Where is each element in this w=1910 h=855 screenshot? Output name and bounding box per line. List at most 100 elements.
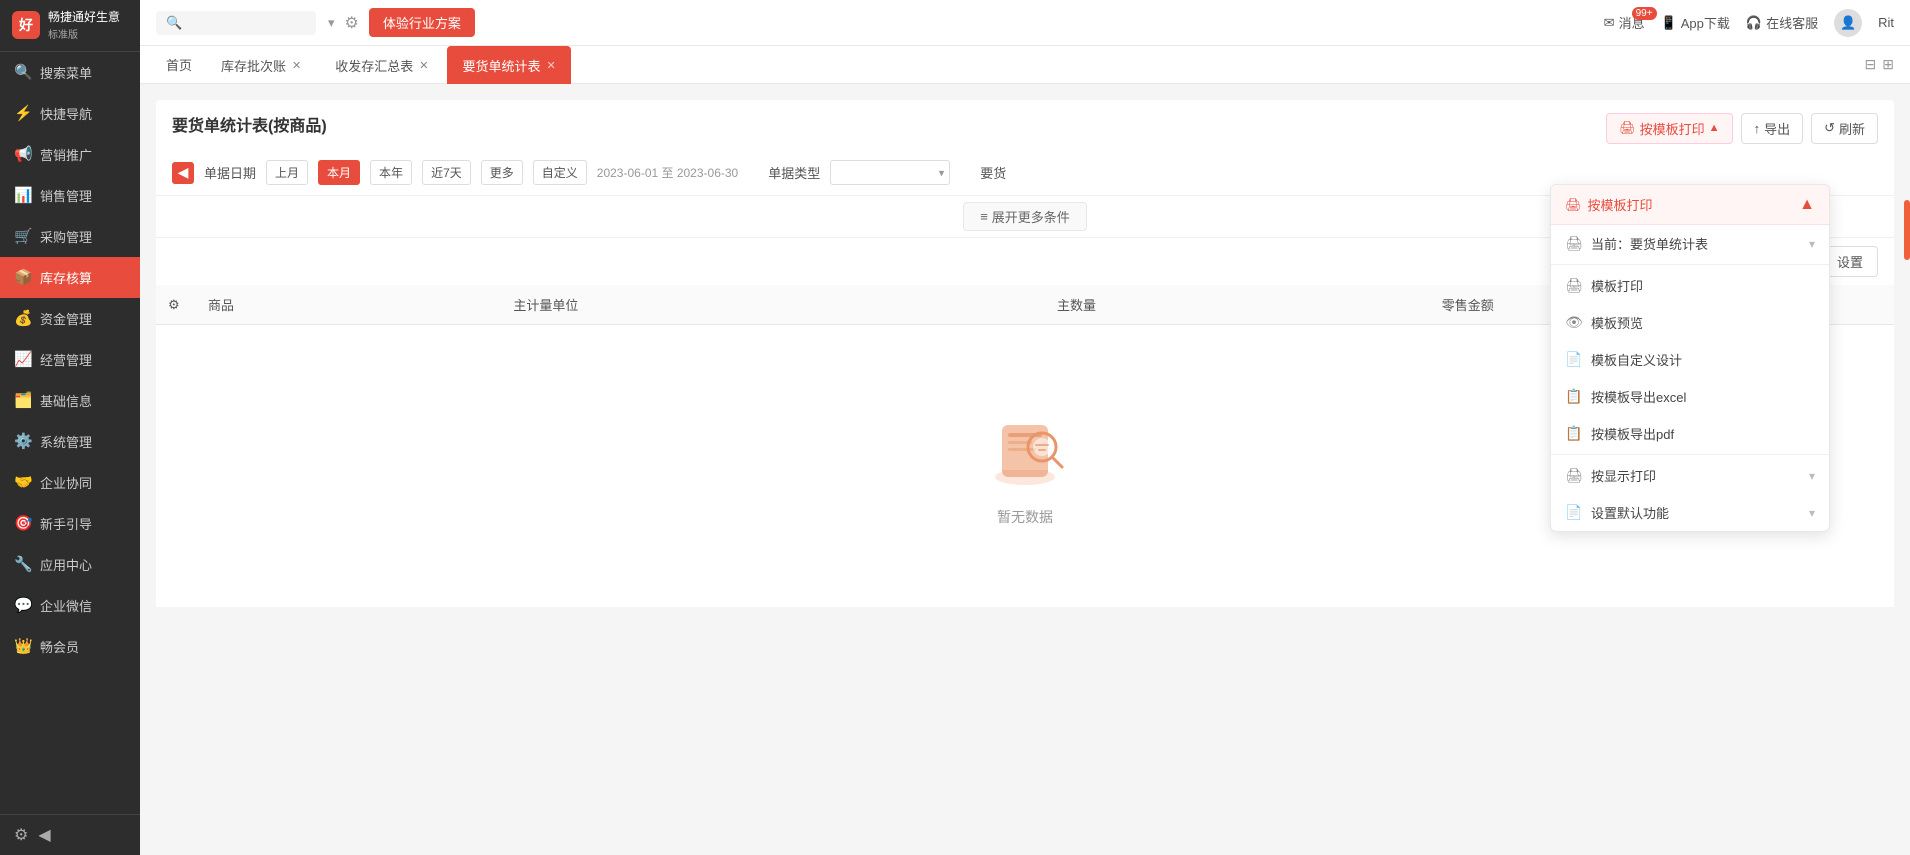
current-chevron-icon: ▾ bbox=[1809, 237, 1815, 251]
sidebar-item-basic[interactable]: 🗂️ 基础信息 bbox=[0, 380, 140, 421]
sidebar-item-sales-label: 销售管理 bbox=[40, 186, 92, 205]
sidebar-item-operation[interactable]: 📈 经营管理 bbox=[0, 339, 140, 380]
header-app-download[interactable]: 📱 App下载 bbox=[1661, 13, 1730, 32]
header: 🔍 ▾ ⚙ 体验行业方案 ✉ 消息 99+ 📱 App下载 🎧 在线客服 👤 bbox=[140, 0, 1910, 46]
date-range-text: 2023-06-01 至 2023-06-30 bbox=[597, 164, 738, 181]
export-button[interactable]: ↑ 导出 bbox=[1741, 113, 1804, 144]
sidebar-item-enterprise[interactable]: 🤝 企业协同 bbox=[0, 462, 140, 503]
refresh-label: 刷新 bbox=[1839, 119, 1865, 138]
app-logo-icon: 好 bbox=[12, 11, 40, 39]
tab-order-summary[interactable]: 要货单统计表 ✕ bbox=[447, 46, 570, 84]
export-excel-icon: 📋 bbox=[1565, 388, 1583, 405]
display-print-label: 按显示打印 bbox=[1591, 466, 1656, 485]
date-btn-more[interactable]: 更多 bbox=[481, 160, 523, 185]
export-label: 导出 bbox=[1764, 119, 1790, 138]
sidebar-item-search-label: 搜索菜单 bbox=[40, 63, 92, 82]
tab-home[interactable]: 首页 bbox=[156, 49, 202, 80]
dropdown-section-set-default[interactable]: 📄 设置默认功能 ▾ bbox=[1551, 494, 1829, 531]
trial-button[interactable]: 体验行业方案 bbox=[369, 8, 475, 37]
sidebar-item-system[interactable]: ⚙️ 系统管理 bbox=[0, 421, 140, 462]
sidebar-footer: ⚙ ◀ bbox=[0, 814, 140, 855]
display-print-chevron: ▾ bbox=[1809, 469, 1815, 483]
page-title: 要货单统计表(按商品) bbox=[172, 112, 327, 144]
type-filter-select[interactable] bbox=[830, 160, 950, 185]
sidebar-item-member[interactable]: 👑 畅会员 bbox=[0, 626, 140, 667]
sidebar-item-inventory[interactable]: 📦 库存核算 bbox=[0, 257, 140, 298]
header-gear-icon[interactable]: ⚙ bbox=[345, 13, 359, 33]
date-btn-last-month[interactable]: 上月 bbox=[266, 160, 308, 185]
header-dropdown-arrow[interactable]: ▾ bbox=[328, 15, 335, 31]
sidebar-item-purchase-label: 采购管理 bbox=[40, 227, 92, 246]
sidebar-item-wechat[interactable]: 💬 企业微信 bbox=[0, 585, 140, 626]
expand-filter-button[interactable]: ≡ 展开更多条件 bbox=[963, 202, 1087, 231]
print-icon: 🖨 bbox=[1619, 120, 1636, 136]
expand-icon: ≡ bbox=[980, 209, 988, 224]
set-default-label: 设置默认功能 bbox=[1591, 503, 1669, 522]
export-excel-label: 按模板导出excel bbox=[1591, 387, 1815, 406]
settings-button[interactable]: 设置 bbox=[1822, 246, 1878, 277]
sidebar-item-system-label: 系统管理 bbox=[40, 432, 92, 451]
tab-receipt-summary[interactable]: 收发存汇总表 ✕ bbox=[320, 46, 443, 84]
tab-inventory-batch[interactable]: 库存批次账 ✕ bbox=[206, 46, 316, 84]
sidebar-item-quick-nav[interactable]: ⚡ 快捷导航 bbox=[0, 93, 140, 134]
dropdown-item-template-preview[interactable]: 👁 模板预览 bbox=[1551, 304, 1829, 341]
header-search-input[interactable] bbox=[188, 15, 288, 30]
tab-minimize-icon[interactable]: ⊟ bbox=[1865, 56, 1877, 73]
dropdown-item-export-excel[interactable]: 📋 按模板导出excel bbox=[1551, 378, 1829, 415]
sidebar-item-guide[interactable]: 🎯 新手引导 bbox=[0, 503, 140, 544]
header-username[interactable]: Rit bbox=[1878, 15, 1894, 30]
tab-order-summary-close[interactable]: ✕ bbox=[547, 59, 556, 72]
col-product-header: 商品 bbox=[196, 285, 501, 325]
dropdown-section-display-print[interactable]: 🖨 按显示打印 ▾ bbox=[1551, 457, 1829, 494]
sidebar-item-marketing[interactable]: 📢 营销推广 bbox=[0, 134, 140, 175]
export-icon: ↑ bbox=[1754, 121, 1761, 136]
sidebar-item-sales[interactable]: 📊 销售管理 bbox=[0, 175, 140, 216]
sidebar-item-app-center[interactable]: 🔧 应用中心 bbox=[0, 544, 140, 585]
app-name: 畅捷通好生意 bbox=[48, 10, 120, 26]
divider-2 bbox=[1551, 454, 1829, 455]
refresh-button[interactable]: ↺ 刷新 bbox=[1811, 113, 1878, 144]
sidebar-item-purchase[interactable]: 🛒 采购管理 bbox=[0, 216, 140, 257]
dropdown-item-export-pdf[interactable]: 📋 按模板导出pdf bbox=[1551, 415, 1829, 452]
filter-toggle-button[interactable]: ◀ bbox=[172, 162, 194, 184]
export-pdf-icon: 📋 bbox=[1565, 425, 1583, 442]
header-online-service[interactable]: 🎧 在线客服 bbox=[1746, 13, 1818, 32]
dropdown-close-arrow[interactable]: ▲ bbox=[1799, 196, 1815, 214]
sidebar-item-basic-label: 基础信息 bbox=[40, 391, 92, 410]
tab-maximize-icon[interactable]: ⊞ bbox=[1882, 56, 1894, 73]
message-badge: 99+ bbox=[1632, 7, 1657, 20]
tab-inventory-batch-close[interactable]: ✕ bbox=[292, 59, 301, 72]
print-template-button[interactable]: 🖨 按模板打印 ▲ bbox=[1606, 113, 1732, 144]
dropdown-item-template-print[interactable]: 🖨 模板打印 bbox=[1551, 267, 1829, 304]
header-message[interactable]: ✉ 消息 99+ bbox=[1604, 13, 1645, 32]
col-settings-header[interactable]: ⚙ bbox=[156, 285, 196, 325]
dropdown-current-template[interactable]: 🖨 当前：要货单统计表 ▾ bbox=[1551, 225, 1829, 262]
date-btn-custom[interactable]: 自定义 bbox=[533, 160, 587, 185]
date-btn-this-year[interactable]: 本年 bbox=[370, 160, 412, 185]
template-print-icon: 🖨 bbox=[1565, 277, 1583, 294]
dropdown-header-left: 🖨 按模板打印 bbox=[1565, 195, 1653, 214]
sidebar-nav: 🔍 搜索菜单 ⚡ 快捷导航 📢 营销推广 📊 销售管理 🛒 采购管理 📦 库存核… bbox=[0, 52, 140, 814]
set-default-icon: 📄 bbox=[1565, 504, 1583, 521]
app-label: App下载 bbox=[1681, 13, 1730, 32]
dropdown-item-template-design[interactable]: 📄 模板自定义设计 bbox=[1551, 341, 1829, 378]
dropdown-header-right: ▲ bbox=[1799, 196, 1815, 214]
sidebar: 好 畅捷通好生意 标准版 🔍 搜索菜单 ⚡ 快捷导航 📢 营销推广 📊 销售管理… bbox=[0, 0, 140, 855]
dropdown-current-left: 🖨 当前：要货单统计表 bbox=[1565, 234, 1708, 253]
dropdown-title: 按模板打印 bbox=[1588, 195, 1653, 214]
message-icon: ✉ bbox=[1604, 15, 1615, 31]
sidebar-item-search[interactable]: 🔍 搜索菜单 bbox=[0, 52, 140, 93]
sidebar-item-finance[interactable]: 💰 资金管理 bbox=[0, 298, 140, 339]
right-scrollbar[interactable] bbox=[1904, 200, 1910, 260]
date-btn-this-month[interactable]: 本月 bbox=[318, 160, 360, 185]
date-btn-7days[interactable]: 近7天 bbox=[422, 160, 471, 185]
dropdown-current-label: 当前：要货单统计表 bbox=[1591, 234, 1708, 253]
header-avatar[interactable]: 👤 bbox=[1834, 9, 1862, 37]
expand-label: 展开更多条件 bbox=[992, 207, 1070, 226]
footer-collapse-icon[interactable]: ◀ bbox=[38, 825, 50, 845]
footer-settings-icon[interactable]: ⚙ bbox=[14, 825, 28, 845]
quick-nav-icon: ⚡ bbox=[14, 104, 32, 122]
search-icon: 🔍 bbox=[14, 63, 32, 81]
tab-receipt-summary-close[interactable]: ✕ bbox=[419, 59, 428, 72]
header-search-box[interactable]: 🔍 bbox=[156, 11, 316, 35]
